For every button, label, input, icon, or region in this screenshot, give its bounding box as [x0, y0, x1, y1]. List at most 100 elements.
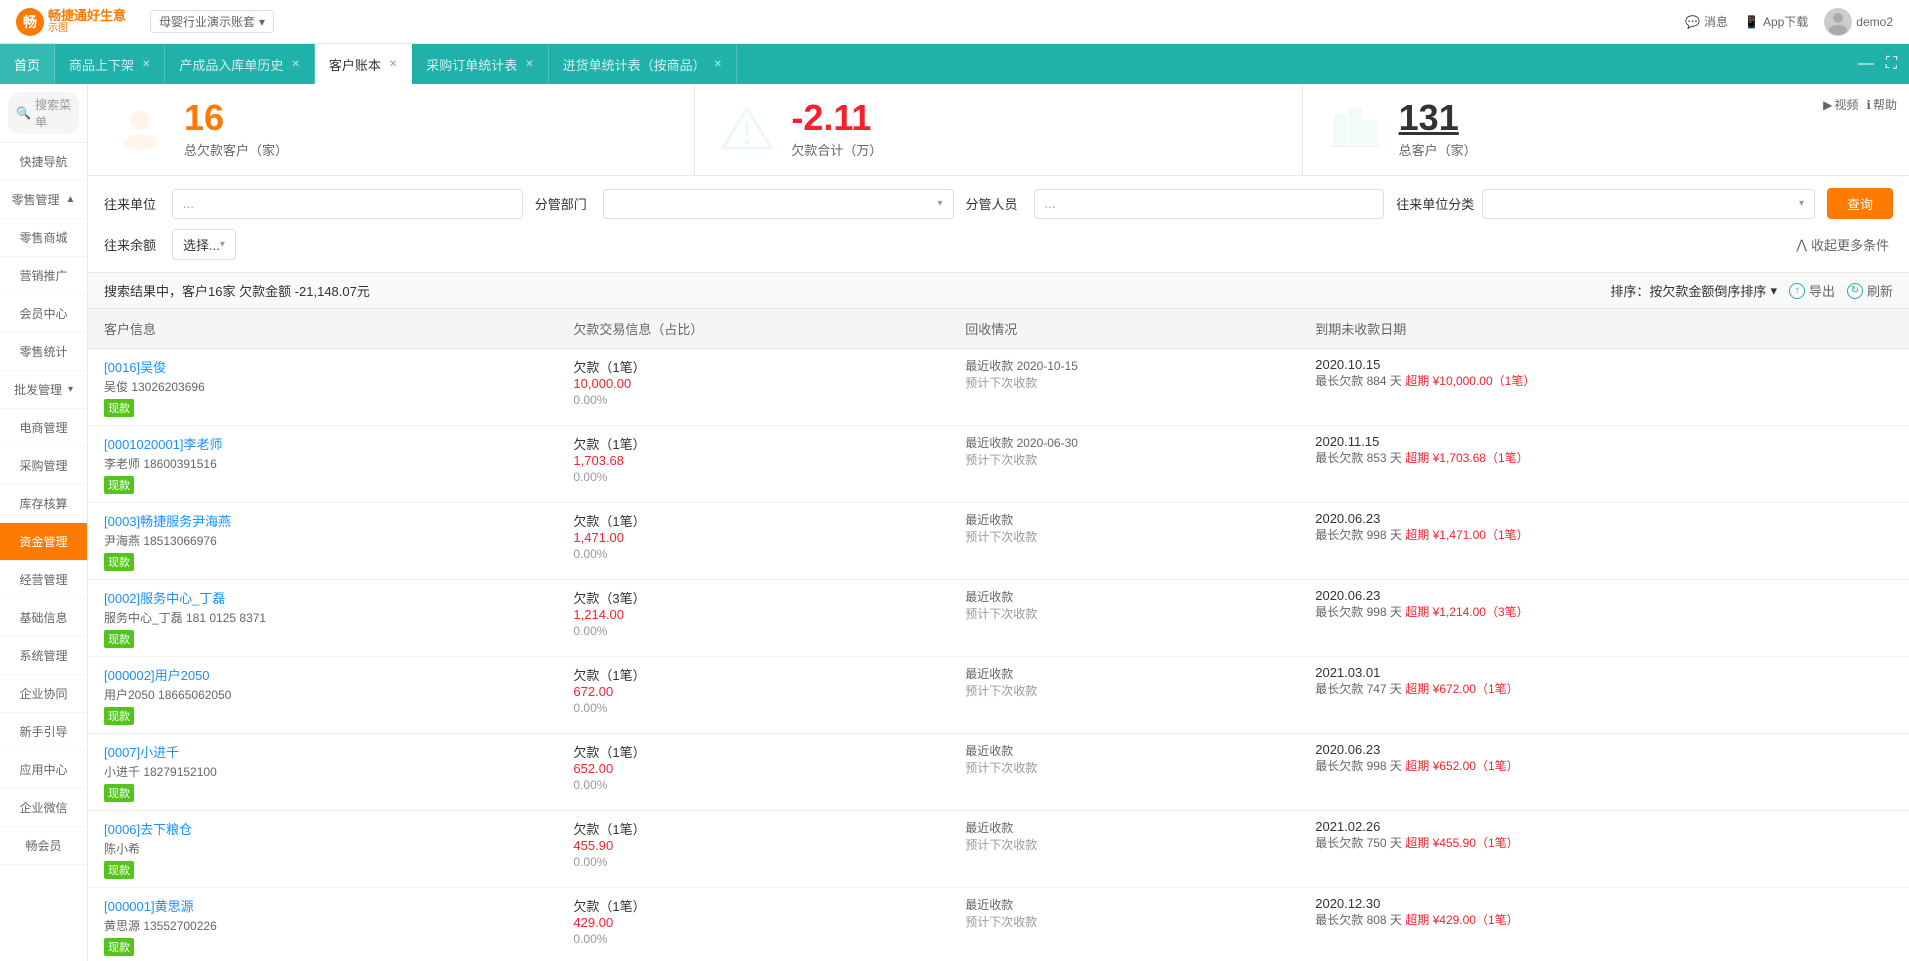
results-actions: 排序：按欠款金额倒序排序 ▾ ↑ 导出 ↻ 刷新	[1610, 281, 1893, 300]
customer-id-link[interactable]: [0006]去下粮仓	[104, 819, 541, 838]
refresh-button[interactable]: ↻ 刷新	[1847, 281, 1893, 300]
video-button[interactable]: ▶ 视频	[1823, 96, 1858, 113]
tab-stock-summary[interactable]: 进货单统计表（按商品） ✕	[549, 44, 737, 84]
chevron-down-icon: ▾	[68, 384, 73, 395]
customer-id-link[interactable]: [0002]服务中心_丁磊	[104, 588, 541, 607]
customer-id-link[interactable]: [0003]畅捷服务尹海燕	[104, 511, 541, 530]
sidebar-item-inventory[interactable]: 库存核算	[0, 485, 87, 523]
avatar	[1824, 8, 1852, 36]
search-button[interactable]: 查询	[1827, 188, 1893, 219]
sidebar-item-member[interactable]: 会员中心	[0, 295, 87, 333]
customer-id-link[interactable]: [0007]小进千	[104, 742, 541, 761]
tab-home[interactable]: 首页	[0, 44, 55, 84]
overdue-days: 最长欠款 853 天 超期 ¥1,703.68（1笔）	[1315, 449, 1893, 466]
help-button[interactable]: ℹ 帮助	[1866, 96, 1897, 113]
cell-debt: 欠款（1笔） 1,703.68 0.00%	[557, 426, 949, 503]
overdue-days: 最长欠款 808 天 超期 ¥429.00（1笔）	[1315, 911, 1893, 928]
stat-info-debt: -2.11 欠款合计（万）	[791, 100, 882, 159]
customer-phone: 用户2050 18665062050	[104, 686, 541, 703]
message-button[interactable]: 💬 消息	[1685, 13, 1728, 30]
customer-id-link[interactable]: [0016]吴俊	[104, 357, 541, 376]
stat-card-debt: -2.11 欠款合计（万）	[695, 84, 1302, 175]
sidebar-item-system-mgmt[interactable]: 系统管理	[0, 637, 87, 675]
sort-label: 排序：按欠款金额倒序排序	[1610, 281, 1766, 300]
chevron-down-icon: ▲	[66, 194, 76, 205]
tab-production[interactable]: 产成品入库单历史 ✕	[165, 44, 314, 84]
filter-row-1: 往来单位 ... 分管部门 ▾ 分管人员 ...	[104, 188, 1893, 219]
cell-payback: 最近收款 2020-10-15 预计下次收款	[949, 349, 1299, 426]
tab-production-close[interactable]: ✕	[291, 59, 299, 70]
filter-item-category: 往来单位分类 ▾	[1396, 189, 1815, 219]
message-icon: 💬	[1685, 15, 1700, 29]
logo-area: 畅 畅捷通好生意 示图	[16, 8, 126, 36]
stat-card-total: 131 总客户（家） ▶ 视频 ℹ 帮助	[1303, 84, 1909, 175]
message-label: 消息	[1704, 13, 1728, 30]
collapse-button[interactable]: ⋀ 收起更多条件	[1792, 231, 1893, 258]
tab-purchase-order[interactable]: 采购订单统计表 ✕	[412, 44, 548, 84]
sidebar-item-ecommerce[interactable]: 电商管理	[0, 409, 87, 447]
export-button[interactable]: ↑ 导出	[1789, 281, 1835, 300]
app-download-button[interactable]: 📱 App下载	[1744, 13, 1808, 30]
sidebar-item-retail-stats[interactable]: 零售统计	[0, 333, 87, 371]
sidebar-retail-mgmt-label: 零售管理	[12, 191, 60, 208]
filter-item-unit: 往来单位 ...	[104, 189, 523, 219]
tab-purchase-order-close[interactable]: ✕	[525, 59, 533, 70]
filter-input-unit[interactable]: ...	[172, 189, 523, 219]
sidebar-retail-mall-label: 零售商城	[19, 229, 67, 246]
tab-stock-summary-close[interactable]: ✕	[714, 59, 722, 70]
sidebar-item-app-center[interactable]: 应用中心	[0, 751, 87, 789]
customer-tag: 现款	[104, 476, 134, 494]
debt-amount: 652.00	[573, 761, 933, 776]
sidebar-item-wholesale-mgmt[interactable]: 批发管理 ▾	[0, 371, 87, 409]
sidebar-item-capital-mgmt[interactable]: 资金管理	[0, 523, 87, 561]
cell-customer: [0006]去下粮仓 陈小希 现款	[88, 811, 557, 888]
cell-due-date: 2021.03.01 最长欠款 747 天 超期 ¥672.00（1笔）	[1299, 657, 1909, 734]
sidebar-item-enterprise-wechat[interactable]: 企业微信	[0, 789, 87, 827]
sidebar-item-retail-mgmt[interactable]: 零售管理 ▲	[0, 181, 87, 219]
next-pay-label: 预计下次收款	[965, 836, 1283, 853]
sidebar-item-new-guide[interactable]: 新手引导	[0, 713, 87, 751]
last-pay-date: 最近收款	[965, 665, 1283, 682]
chevron-down-icon: ▾	[220, 239, 225, 250]
sidebar-item-retail-mall[interactable]: 零售商城	[0, 219, 87, 257]
customer-phone: 尹海燕 18513066976	[104, 532, 541, 549]
filter-select-category[interactable]: ▾	[1482, 189, 1815, 219]
tab-customer-account[interactable]: 客户账本 ✕	[315, 44, 412, 84]
company-selector[interactable]: 母婴行业演示账套 ▾	[150, 10, 274, 33]
tab-products-close[interactable]: ✕	[142, 59, 150, 70]
sidebar-item-ops-mgmt[interactable]: 经营管理	[0, 561, 87, 599]
debt-amount: 1,214.00	[573, 607, 933, 622]
filter-select-balance[interactable]: 选择... ▾	[172, 229, 236, 260]
stat-card-customers: 16 总欠款客户（家）	[88, 84, 695, 175]
tab-expand-icon[interactable]: ⛶	[1882, 51, 1901, 77]
sidebar-item-basic-info[interactable]: 基础信息	[0, 599, 87, 637]
filter-input-person[interactable]: ...	[1034, 189, 1385, 219]
sidebar-changyuan-label: 畅会员	[25, 837, 61, 854]
tab-customer-account-close[interactable]: ✕	[389, 59, 397, 70]
sort-selector[interactable]: 排序：按欠款金额倒序排序 ▾	[1610, 281, 1777, 300]
sidebar-item-purchase-mgmt[interactable]: 采购管理	[0, 447, 87, 485]
sidebar-item-changyuan[interactable]: 畅会员	[0, 827, 87, 865]
export-icon: ↑	[1789, 283, 1805, 299]
sidebar-item-enterprise-collab[interactable]: 企业协同	[0, 675, 87, 713]
user-avatar-area[interactable]: demo2	[1824, 8, 1893, 36]
last-pay-date: 最近收款	[965, 896, 1283, 913]
sidebar-purchase-mgmt-label: 采购管理	[19, 457, 67, 474]
sidebar-wholesale-mgmt-label: 批发管理	[14, 381, 62, 398]
table-row: [0001020001]李老师 李老师 18600391516 现款 欠款（1笔…	[88, 426, 1909, 503]
cell-payback: 最近收款 预计下次收款	[949, 811, 1299, 888]
overdue-days: 最长欠款 884 天 超期 ¥10,000.00（1笔）	[1315, 372, 1893, 389]
customer-id-link[interactable]: [000001]黄思源	[104, 896, 541, 915]
tab-products[interactable]: 商品上下架 ✕	[55, 44, 165, 84]
table-container: 客户信息 欠款交易信息（占比） 回收情况 到期未收款日期 [0016]吴俊 吴俊…	[88, 309, 1909, 961]
sidebar-item-marketing[interactable]: 营销推广	[0, 257, 87, 295]
tab-minimize-icon[interactable]: —	[1854, 51, 1878, 77]
filter-label-dept: 分管部门	[535, 194, 595, 213]
customer-id-link[interactable]: [000002]用户2050	[104, 665, 541, 684]
filter-select-dept[interactable]: ▾	[603, 189, 954, 219]
sidebar-item-quick-nav[interactable]: 快捷导航	[0, 143, 87, 181]
sidebar-search-box[interactable]: 🔍 搜索菜单	[8, 92, 79, 134]
tab-purchase-order-label: 采购订单统计表	[426, 55, 517, 74]
debt-amount: 672.00	[573, 684, 933, 699]
customer-id-link[interactable]: [0001020001]李老师	[104, 434, 541, 453]
